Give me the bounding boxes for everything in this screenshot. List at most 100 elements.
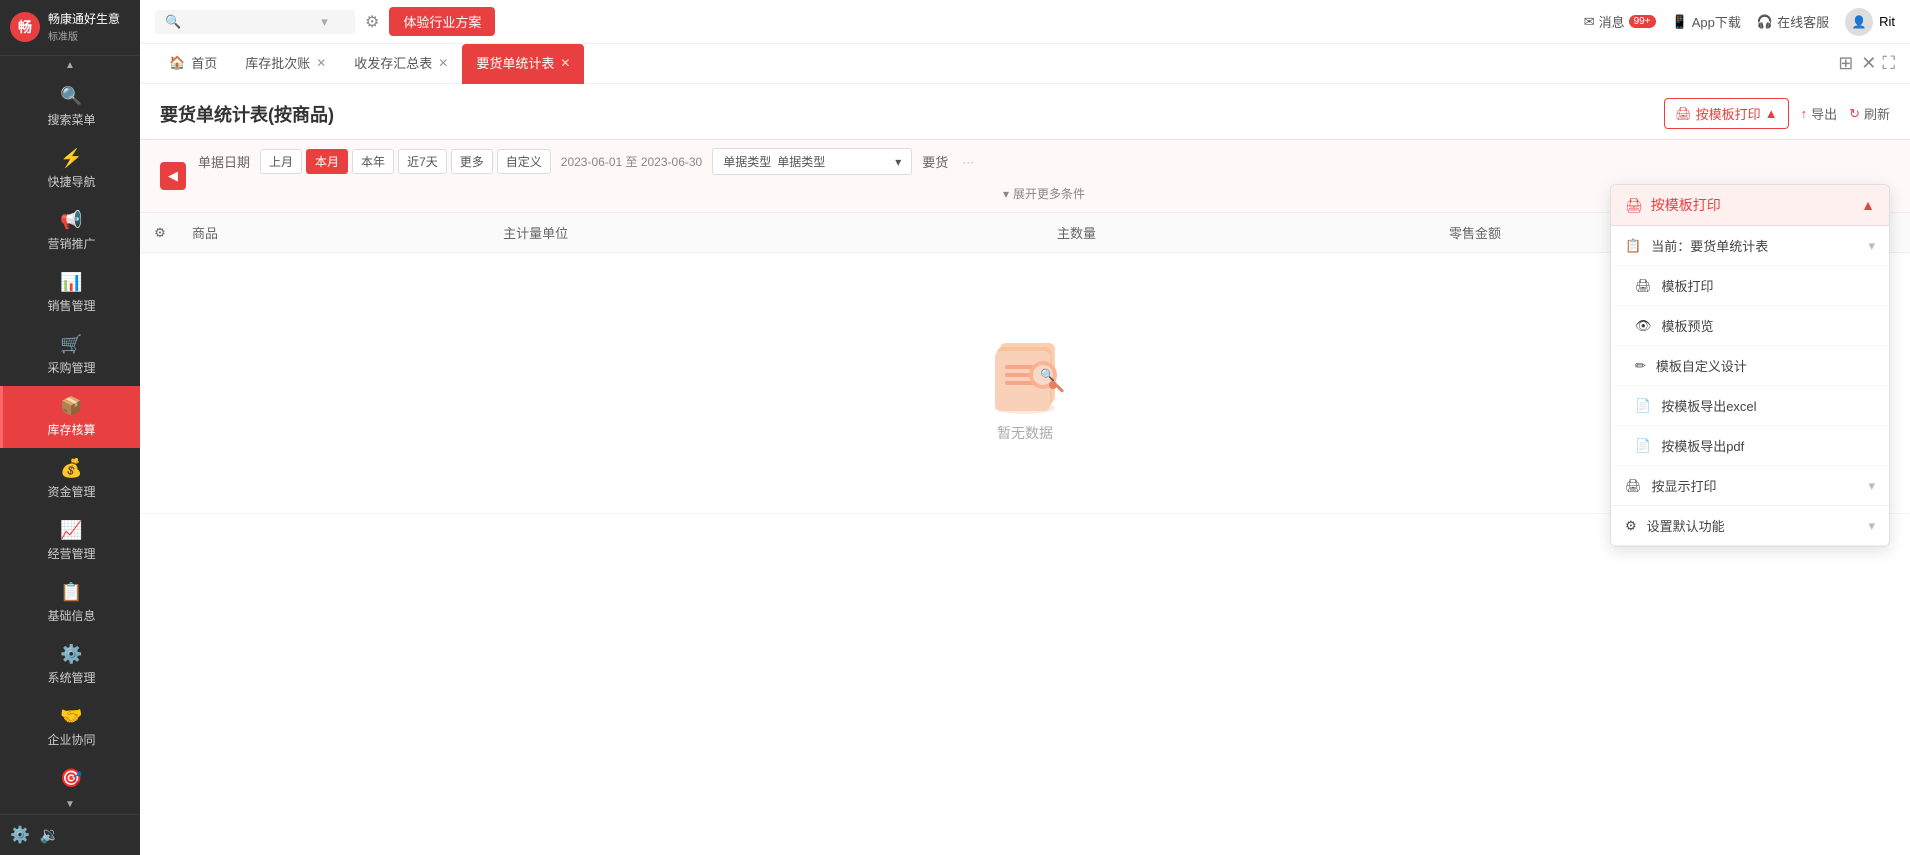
- trial-btn[interactable]: 体验行业方案: [389, 7, 495, 36]
- date-btn-this-year[interactable]: 本年: [352, 149, 394, 174]
- online-service-label: 在线客服: [1777, 12, 1829, 31]
- filter-collapse-btn[interactable]: ◀: [160, 162, 186, 190]
- default-function-arrow: ▾: [1868, 518, 1875, 534]
- sidebar-item-operations[interactable]: 📈 经营管理: [0, 510, 140, 572]
- dropdown-current-item[interactable]: 📋 当前：要货单统计表 ▾: [1611, 226, 1889, 266]
- sidebar-item-label: 经营管理: [47, 545, 95, 562]
- window-close-btn[interactable]: ✕: [1861, 53, 1876, 74]
- dropdown-title: 🖨 按模板打印: [1625, 195, 1721, 215]
- dropdown-item-template-design[interactable]: ✏ 模板自定义设计: [1611, 346, 1889, 386]
- sidebar-item-label: 搜索菜单: [47, 111, 95, 128]
- sidebar-scroll-down[interactable]: ▼: [0, 794, 140, 814]
- sidebar-scroll-up[interactable]: ▲: [0, 56, 140, 76]
- col-settings[interactable]: ⚙: [140, 213, 180, 253]
- print-template-label: 按模板打印: [1696, 104, 1761, 123]
- dropdown-chevron-icon[interactable]: ▲: [1861, 197, 1875, 213]
- display-print-label: 按显示打印: [1652, 476, 1717, 495]
- dropdown-item-template-excel[interactable]: 📄 按模板导出excel: [1611, 386, 1889, 426]
- gear-icon[interactable]: ⚙: [365, 12, 379, 32]
- sidebar-item-guide[interactable]: 🎯 新手引导: [0, 758, 140, 794]
- app-download-btn[interactable]: 📱 App下载: [1672, 12, 1741, 31]
- date-btn-more[interactable]: 更多: [451, 149, 493, 174]
- dropdown-item-template-print[interactable]: 🖨 模板打印: [1611, 266, 1889, 306]
- system-icon: ⚙️: [60, 644, 82, 665]
- refresh-icon: ↻: [1849, 106, 1860, 122]
- more-options-icon[interactable]: ···: [962, 155, 974, 169]
- col-goods: 商品: [180, 213, 491, 253]
- refresh-btn[interactable]: ↻ 刷新: [1849, 104, 1890, 123]
- print-dropdown-icon: 🖨: [1625, 197, 1643, 214]
- page-title: 要货单统计表(按商品): [160, 101, 334, 127]
- tab-expand-btn[interactable]: ⊞: [1838, 53, 1853, 74]
- app-logo-icon: 畅: [10, 12, 40, 42]
- settings-icon[interactable]: ⚙️: [10, 825, 30, 845]
- export-label: 导出: [1811, 104, 1837, 123]
- svg-text:🔍: 🔍: [1040, 367, 1055, 382]
- tab-label: 首页: [191, 53, 217, 72]
- dropdown-item-template-preview[interactable]: 👁 模板预览: [1611, 306, 1889, 346]
- date-btn-this-month[interactable]: 本月: [306, 149, 348, 174]
- order-type-select[interactable]: 单据类型 单据类型 ▾: [712, 148, 912, 175]
- message-btn[interactable]: ✉ 消息 99+: [1584, 12, 1656, 31]
- settings-col-icon[interactable]: ⚙: [154, 225, 166, 240]
- online-service-btn[interactable]: 🎧 在线客服: [1757, 12, 1829, 31]
- sidebar-item-label: 基础信息: [47, 607, 95, 624]
- date-btn-7days[interactable]: 近7天: [398, 149, 447, 174]
- sales-icon: 📊: [60, 272, 82, 293]
- user-info[interactable]: 👤 Rit: [1845, 8, 1895, 36]
- chevron-down-icon[interactable]: ▾: [321, 14, 328, 30]
- sidebar-item-enterprise[interactable]: 🤝 企业协同: [0, 696, 140, 758]
- template-print-label: 模板打印: [1662, 276, 1714, 295]
- dropdown-header: 🖨 按模板打印 ▲: [1611, 185, 1889, 226]
- print-template-btn[interactable]: 🖨 按模板打印 ▲: [1664, 98, 1788, 129]
- tab-bar: 🏠 首页 库存批次账 ✕ 收发存汇总表 ✕ 要货单统计表 ✕ ⊞ ✕ ⛶: [140, 44, 1910, 84]
- sidebar-item-system[interactable]: ⚙️ 系统管理: [0, 634, 140, 696]
- col-unit: 主计量单位: [491, 213, 1045, 253]
- search-input[interactable]: [186, 15, 316, 29]
- topbar: 🔍 ▾ ⚙ 体验行业方案 ✉ 消息 99+ 📱 App下载 🎧 在线客服 👤 R…: [140, 0, 1910, 44]
- tab-close-inventory-batch[interactable]: ✕: [316, 56, 326, 70]
- phone-icon: 📱: [1672, 14, 1688, 30]
- sidebar-item-finance[interactable]: 💰 资金管理: [0, 448, 140, 510]
- sidebar-item-quick-nav[interactable]: ⚡ 快捷导航: [0, 138, 140, 200]
- search-box[interactable]: 🔍 ▾: [155, 10, 355, 34]
- basic-info-icon: 📋: [60, 582, 82, 603]
- export-btn[interactable]: ↑ 导出: [1801, 104, 1838, 123]
- print-icon: 🖨: [1675, 106, 1692, 122]
- sidebar-item-purchase[interactable]: 🛒 采购管理: [0, 324, 140, 386]
- sidebar-item-sales[interactable]: 📊 销售管理: [0, 262, 140, 324]
- dropdown-item-display-print[interactable]: 🖨 按显示打印 ▾: [1611, 466, 1889, 506]
- app-name: 畅康通好生意: [48, 12, 120, 28]
- speaker-icon[interactable]: 🔉: [40, 825, 60, 845]
- tab-close-receipt-summary[interactable]: ✕: [438, 56, 448, 70]
- sidebar-item-basic-info[interactable]: 📋 基础信息: [0, 572, 140, 634]
- tab-close-order-stats[interactable]: ✕: [560, 56, 570, 70]
- search-menu-icon: 🔍: [60, 86, 82, 107]
- tab-receipt-summary[interactable]: 收发存汇总表 ✕: [340, 44, 462, 84]
- tab-order-stats[interactable]: 要货单统计表 ✕: [462, 44, 584, 84]
- chevron-left-icon: ◀: [168, 168, 178, 184]
- inventory-icon: 📦: [60, 396, 82, 417]
- message-icon: ✉: [1584, 14, 1595, 30]
- window-maximize-btn[interactable]: ⛶: [1882, 53, 1895, 74]
- dropdown-item-template-pdf[interactable]: 📄 按模板导出pdf: [1611, 426, 1889, 466]
- dropdown-item-default-function[interactable]: ⚙ 设置默认功能 ▾: [1611, 506, 1889, 546]
- header-actions: 🖨 按模板打印 ▲ ↑ 导出 ↻ 刷新: [1664, 98, 1890, 129]
- sidebar-item-inventory[interactable]: 📦 库存核算: [0, 386, 140, 448]
- tab-home[interactable]: 🏠 首页: [155, 44, 231, 84]
- app-badge: 标准版: [48, 28, 120, 43]
- tab-inventory-batch[interactable]: 库存批次账 ✕: [231, 44, 340, 84]
- display-print-arrow: ▾: [1868, 478, 1875, 494]
- sidebar-item-search-menu[interactable]: 🔍 搜索菜单: [0, 76, 140, 138]
- enterprise-icon: 🤝: [60, 706, 82, 727]
- operations-icon: 📈: [60, 520, 82, 541]
- sidebar-item-marketing[interactable]: 📢 营销推广: [0, 200, 140, 262]
- order-type-label: 单据类型: [723, 153, 771, 170]
- export-icon: ↑: [1801, 106, 1808, 121]
- date-btn-last-month[interactable]: 上月: [260, 149, 302, 174]
- display-print-icon: 🖨: [1625, 478, 1642, 494]
- sidebar-nav: 🔍 搜索菜单 ⚡ 快捷导航 📢 营销推广 📊 销售管理 🛒 采购管理 📦 库存核…: [0, 76, 140, 794]
- date-btn-custom[interactable]: 自定义: [497, 149, 551, 174]
- template-preview-label: 模板预览: [1662, 316, 1714, 335]
- tab-label: 库存批次账: [245, 53, 310, 72]
